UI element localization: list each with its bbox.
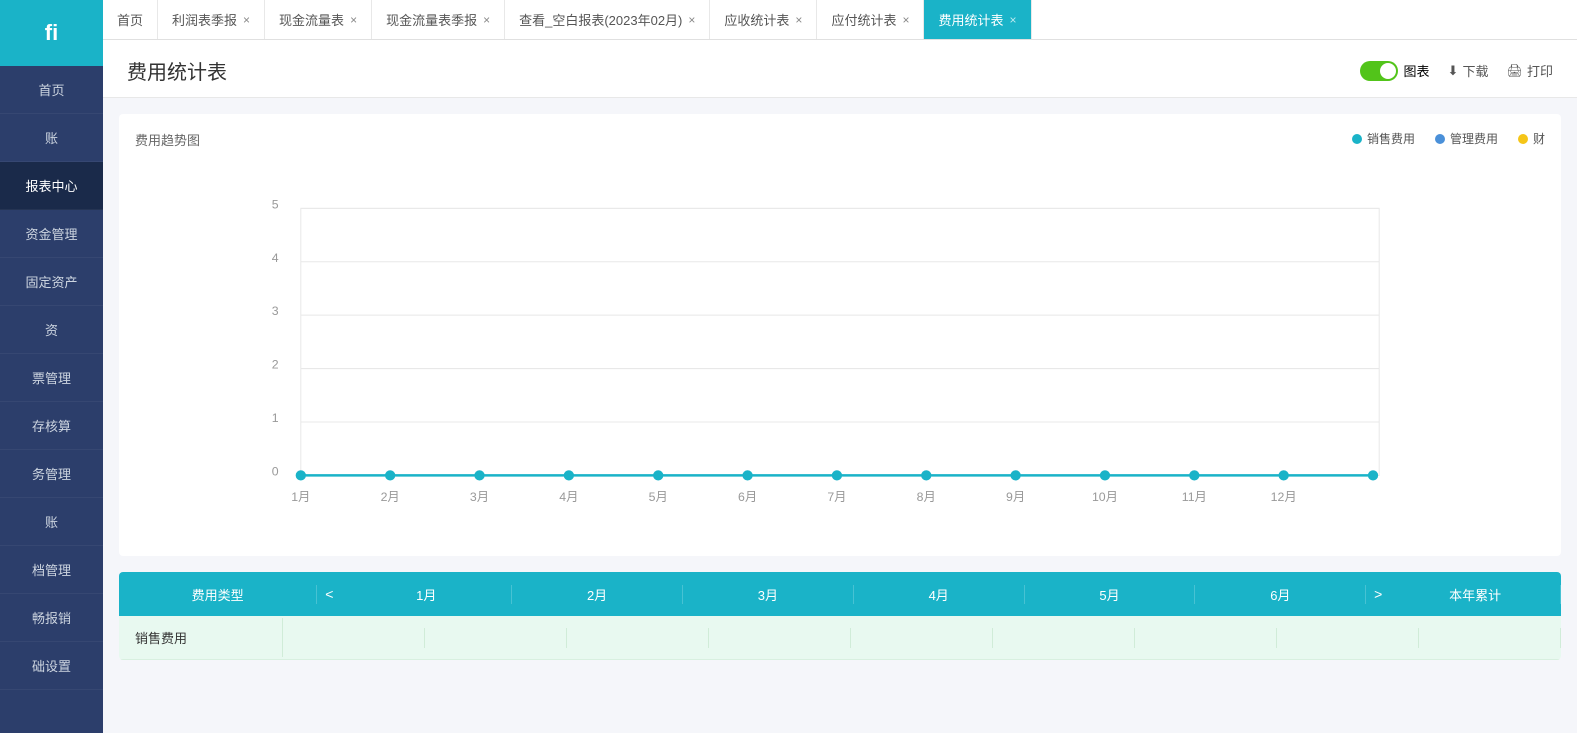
sidebar-item-ledger[interactable]: 账 (0, 498, 103, 546)
sidebar-item-funds[interactable]: 资金管理 (0, 210, 103, 258)
svg-text:11月: 11月 (1182, 490, 1207, 504)
tab-payable[interactable]: 应付统计表 × (817, 0, 924, 40)
close-icon[interactable]: × (483, 13, 490, 27)
tab-cashflow[interactable]: 现金流量表 × (265, 0, 372, 40)
sidebar-item-expense[interactable]: 畅报销 (0, 594, 103, 642)
table-header: 费用类型 < 1月 2月 3月 4月 5月 (119, 572, 1561, 616)
tab-cashflow-q[interactable]: 现金流量表季报 × (372, 0, 505, 40)
sidebar-item-assets[interactable]: 固定资产 (0, 258, 103, 306)
td-m3 (709, 628, 851, 648)
chart-card: 费用趋势图 销售费用 管理费用 财 (119, 114, 1561, 556)
tab-expense-active[interactable]: 费用统计表 × (924, 0, 1031, 40)
td-spacer-right (1277, 628, 1419, 648)
td-year-total (1419, 628, 1561, 648)
chart-toggle-wrap[interactable]: 图表 (1360, 61, 1430, 81)
close-icon[interactable]: × (688, 13, 695, 27)
svg-text:1月: 1月 (291, 490, 310, 504)
close-icon[interactable]: × (1009, 13, 1016, 27)
tab-blank[interactable]: 查看_空白报表(2023年02月) × (505, 0, 710, 40)
print-icon: 🖨 (1506, 63, 1523, 79)
td-type: 销售费用 (119, 618, 283, 657)
legend-dot-finance (1518, 134, 1528, 144)
close-icon[interactable]: × (902, 13, 909, 27)
tab-profit[interactable]: 利润表季报 × (158, 0, 265, 40)
svg-text:12月: 12月 (1271, 490, 1297, 504)
td-m1 (425, 628, 567, 648)
sidebar-item-reports[interactable]: 报表中心 (0, 162, 103, 210)
legend-finance: 财 (1518, 130, 1545, 147)
sidebar-item-tickets[interactable]: 票管理 (0, 354, 103, 402)
sidebar-item-archive[interactable]: 档管理 (0, 546, 103, 594)
chart-legend: 销售费用 管理费用 财 (1352, 130, 1545, 147)
tab-bar: 首页 利润表季报 × 现金流量表 × 现金流量表季报 × 查看_空白报表(202… (103, 0, 1577, 40)
svg-text:1: 1 (272, 411, 279, 425)
svg-text:0: 0 (272, 464, 279, 478)
download-button[interactable]: ⬇ 下载 (1448, 61, 1489, 80)
legend-dot-sales (1352, 134, 1362, 144)
download-icon: ⬇ (1448, 63, 1459, 79)
chart-container: 0 1 2 3 4 5 (135, 157, 1545, 540)
svg-text:4: 4 (272, 251, 279, 265)
sidebar-item-services[interactable]: 务管理 (0, 450, 103, 498)
svg-text:4月: 4月 (559, 490, 578, 504)
close-icon[interactable]: × (243, 13, 250, 27)
svg-text:5月: 5月 (649, 490, 668, 504)
svg-text:5: 5 (272, 197, 279, 211)
tab-home[interactable]: 首页 (103, 0, 158, 40)
svg-text:8月: 8月 (917, 490, 936, 504)
sidebar-item-resource[interactable]: 资 (0, 306, 103, 354)
legend-sales: 销售费用 (1352, 130, 1415, 147)
svg-text:3月: 3月 (470, 490, 489, 504)
chart-title: 费用趋势图 (135, 130, 200, 149)
tab-receivable[interactable]: 应收统计表 × (710, 0, 817, 40)
th-month-2: 2月 (512, 585, 683, 604)
svg-text:3: 3 (272, 304, 279, 318)
page-title: 费用统计表 (127, 56, 227, 85)
th-month-6: 6月 (1195, 585, 1366, 604)
sidebar-item-inventory[interactable]: 存核算 (0, 402, 103, 450)
sidebar-logo: fi (0, 0, 103, 66)
th-month-5: 5月 (1025, 585, 1196, 604)
next-month-button[interactable]: > (1366, 586, 1390, 602)
td-spacer-left (283, 628, 425, 648)
svg-text:2: 2 (272, 358, 279, 372)
td-m2 (567, 628, 709, 648)
sidebar-item-home[interactable]: 首页 (0, 66, 103, 114)
td-m4 (851, 628, 993, 648)
legend-dot-admin (1435, 134, 1445, 144)
svg-text:2月: 2月 (381, 490, 400, 504)
table-row: 销售费用 (119, 616, 1561, 660)
sidebar: fi 首页 账 报表中心 资金管理 固定资产 资 票管理 存核算 务管理 账 档… (0, 0, 103, 733)
sidebar-item-settings[interactable]: 础设置 (0, 642, 103, 690)
page-header: 费用统计表 图表 ⬇ 下载 🖨 打印 (103, 40, 1577, 98)
th-type: 费用类型 (119, 585, 317, 604)
trend-chart: 0 1 2 3 4 5 (135, 157, 1545, 537)
close-icon[interactable]: × (795, 13, 802, 27)
chart-toggle-label: 图表 (1404, 61, 1430, 80)
svg-text:6月: 6月 (738, 490, 757, 504)
legend-admin: 管理费用 (1435, 130, 1498, 147)
prev-month-button[interactable]: < (317, 586, 341, 602)
close-icon[interactable]: × (350, 13, 357, 27)
sidebar-item-account[interactable]: 账 (0, 114, 103, 162)
svg-text:10月: 10月 (1092, 490, 1118, 504)
main-content: 首页 利润表季报 × 现金流量表 × 现金流量表季报 × 查看_空白报表(202… (103, 0, 1577, 733)
table-section: 费用类型 < 1月 2月 3月 4月 5月 (119, 572, 1561, 660)
content-area: 费用趋势图 销售费用 管理费用 财 (103, 98, 1577, 733)
th-month-3: 3月 (683, 585, 854, 604)
svg-text:9月: 9月 (1006, 490, 1025, 504)
header-actions: 图表 ⬇ 下载 🖨 打印 (1360, 61, 1553, 81)
chart-toggle[interactable] (1360, 61, 1398, 81)
td-m5 (993, 628, 1135, 648)
td-m6 (1135, 628, 1277, 648)
svg-text:7月: 7月 (827, 490, 846, 504)
th-year-total: 本年累计 (1390, 585, 1561, 604)
th-month-4: 4月 (854, 585, 1025, 604)
print-button[interactable]: 🖨 打印 (1506, 61, 1553, 80)
th-month-1: 1月 (341, 585, 512, 604)
